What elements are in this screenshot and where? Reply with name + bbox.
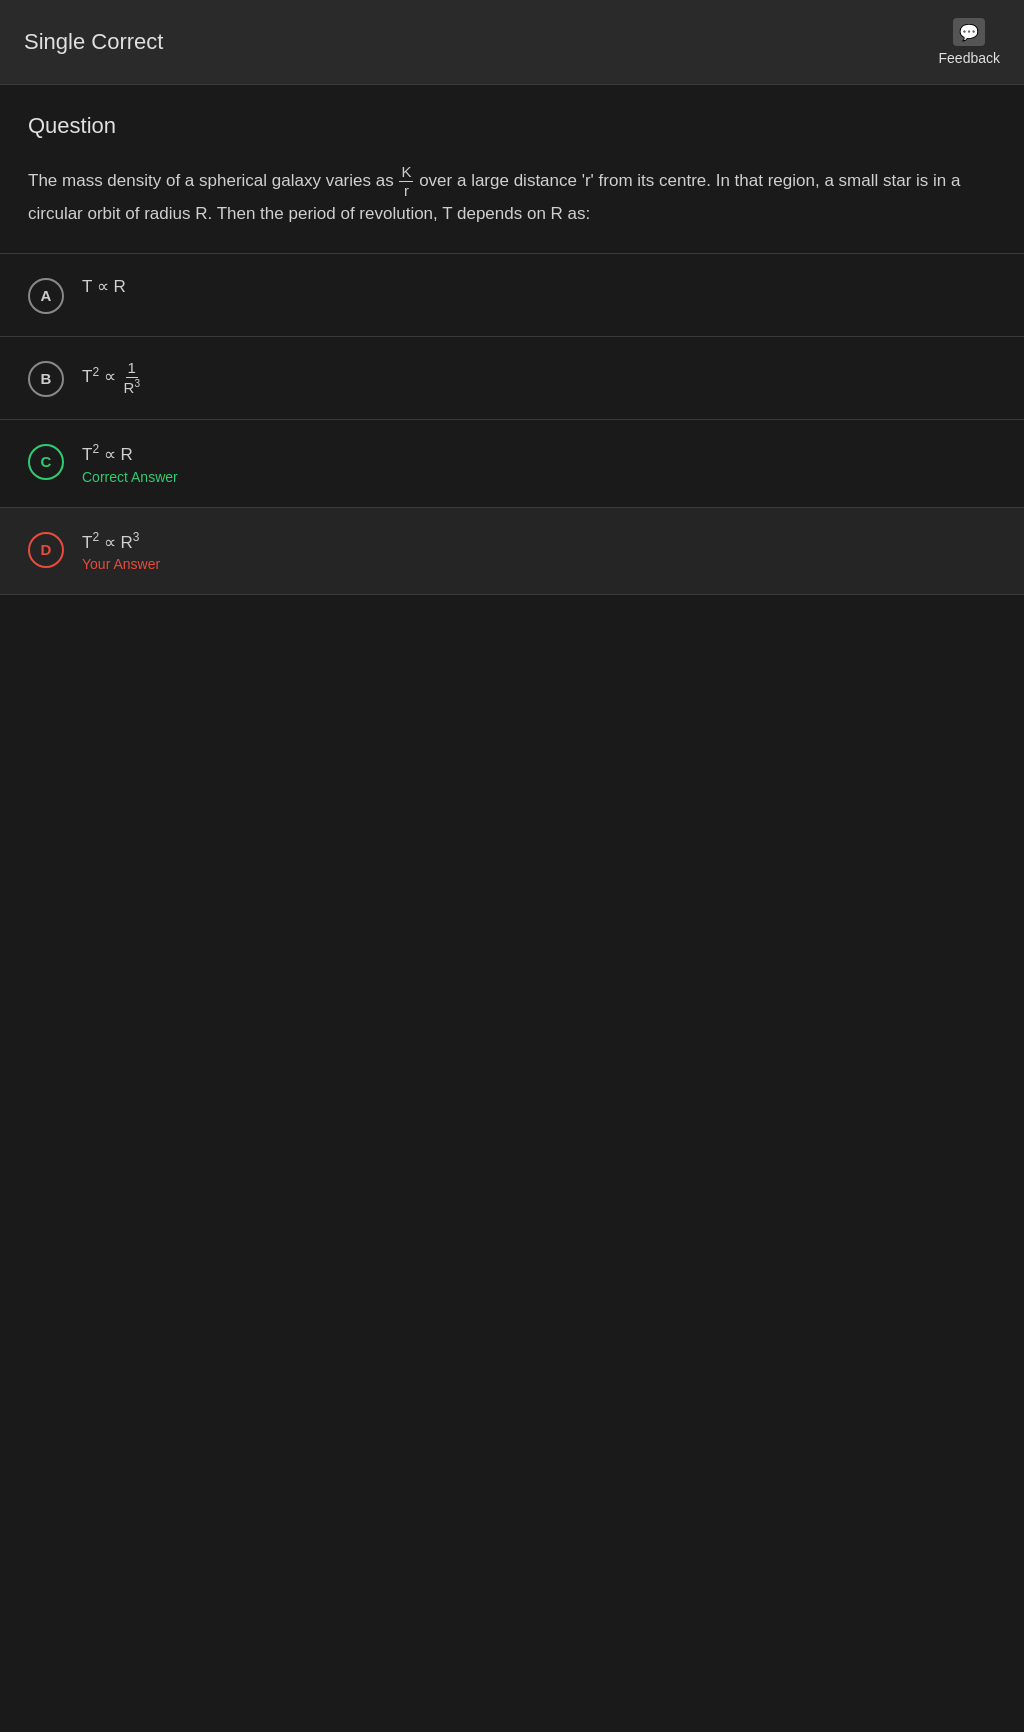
option-d-math: T2 ∝ R3 bbox=[82, 530, 160, 553]
option-b-row[interactable]: B T2 ∝ 1 R3 bbox=[0, 337, 1024, 420]
option-d-circle: D bbox=[28, 532, 64, 568]
options-container: A T ∝ R B T2 ∝ 1 R3 C T2 ∝ R Correct bbox=[0, 254, 1024, 595]
option-a-math: T ∝ R bbox=[82, 276, 126, 297]
option-c-math: T2 ∝ R bbox=[82, 442, 178, 465]
feedback-label: Feedback bbox=[939, 50, 1000, 66]
option-b-math: T2 ∝ 1 R3 bbox=[82, 359, 143, 397]
option-b-frac-num: 1 bbox=[126, 359, 138, 378]
question-text-part1: The mass density of a spherical galaxy v… bbox=[28, 171, 394, 190]
option-d-row[interactable]: D T2 ∝ R3 Your Answer bbox=[0, 508, 1024, 596]
option-a-row[interactable]: A T ∝ R bbox=[0, 254, 1024, 337]
option-a-content: T ∝ R bbox=[82, 276, 126, 297]
page-title: Single Correct bbox=[24, 29, 163, 55]
fraction-numerator: K bbox=[399, 163, 413, 182]
question-section: Question The mass density of a spherical… bbox=[0, 85, 1024, 254]
your-answer-label: Your Answer bbox=[82, 556, 160, 572]
option-c-circle: C bbox=[28, 444, 64, 480]
feedback-icon: 💬 bbox=[953, 18, 985, 46]
option-c-row[interactable]: C T2 ∝ R Correct Answer bbox=[0, 420, 1024, 508]
question-label: Question bbox=[28, 113, 996, 139]
option-b-content: T2 ∝ 1 R3 bbox=[82, 359, 143, 397]
option-a-circle: A bbox=[28, 278, 64, 314]
fraction-denominator: r bbox=[402, 182, 411, 200]
header: Single Correct 💬 Feedback bbox=[0, 0, 1024, 85]
option-c-content: T2 ∝ R Correct Answer bbox=[82, 442, 178, 485]
question-body: The mass density of a spherical galaxy v… bbox=[28, 163, 996, 229]
correct-answer-label: Correct Answer bbox=[82, 469, 178, 485]
fraction-kr: K r bbox=[398, 171, 419, 190]
option-b-circle: B bbox=[28, 361, 64, 397]
option-b-frac-den: R3 bbox=[122, 378, 142, 397]
option-d-content: T2 ∝ R3 Your Answer bbox=[82, 530, 160, 573]
feedback-button[interactable]: 💬 Feedback bbox=[939, 18, 1000, 66]
